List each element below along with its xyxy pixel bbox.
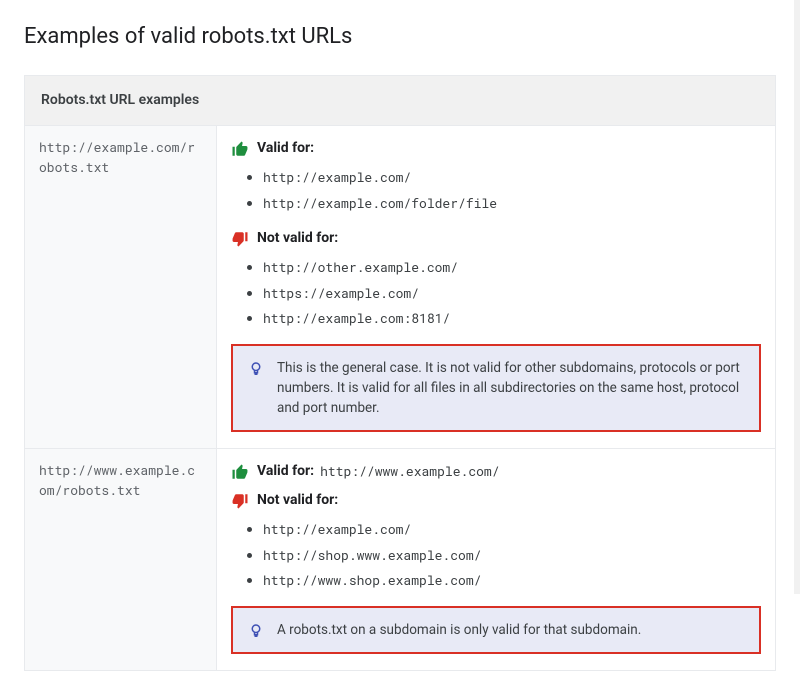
list-item: http://example.com/ (263, 165, 761, 191)
valid-for-heading: Valid for: http://www.example.com/ (231, 461, 761, 482)
table-row: http://www.example.com/robots.txt Valid … (25, 449, 775, 670)
valid-for-label: Valid for: (257, 461, 314, 482)
tip-callout: A robots.txt on a subdomain is only vali… (231, 606, 761, 654)
not-valid-url-list: http://example.com/ http://shop.www.exam… (231, 517, 761, 594)
thumbs-down-icon (231, 230, 249, 248)
valid-inline-url: http://www.example.com/ (320, 462, 499, 482)
scrollbar[interactable] (794, 0, 800, 594)
example-url: http://www.example.com/robots.txt (25, 449, 217, 670)
tip-text: This is the general case. It is not vali… (277, 358, 745, 419)
lightbulb-icon (247, 360, 265, 378)
list-item: http://www.shop.example.com/ (263, 568, 761, 594)
thumbs-up-icon (231, 140, 249, 158)
thumbs-down-icon (231, 492, 249, 510)
table-header: Robots.txt URL examples (25, 76, 775, 126)
valid-url-list: http://example.com/ http://example.com/f… (231, 165, 761, 216)
list-item: http://example.com:8181/ (263, 306, 761, 332)
example-url: http://example.com/robots.txt (25, 126, 217, 448)
thumbs-up-icon (231, 463, 249, 481)
example-details: Valid for: http://example.com/ http://ex… (217, 126, 775, 448)
lightbulb-icon (247, 622, 265, 640)
page-title: Examples of valid robots.txt URLs (24, 20, 776, 53)
list-item: http://example.com/ (263, 517, 761, 543)
list-item: http://other.example.com/ (263, 255, 761, 281)
tip-text: A robots.txt on a subdomain is only vali… (277, 620, 641, 640)
not-valid-for-label: Not valid for: (257, 228, 338, 249)
list-item: http://shop.www.example.com/ (263, 543, 761, 569)
not-valid-for-label: Not valid for: (257, 490, 338, 511)
valid-for-heading: Valid for: (231, 138, 761, 159)
not-valid-for-heading: Not valid for: (231, 228, 761, 249)
not-valid-for-heading: Not valid for: (231, 490, 761, 511)
list-item: http://example.com/folder/file (263, 191, 761, 217)
tip-callout: This is the general case. It is not vali… (231, 344, 761, 433)
list-item: https://example.com/ (263, 281, 761, 307)
table-row: http://example.com/robots.txt Valid for:… (25, 126, 775, 449)
valid-for-label: Valid for: (257, 138, 314, 159)
examples-table: Robots.txt URL examples http://example.c… (24, 75, 776, 671)
example-details: Valid for: http://www.example.com/ Not v… (217, 449, 775, 670)
not-valid-url-list: http://other.example.com/ https://exampl… (231, 255, 761, 332)
